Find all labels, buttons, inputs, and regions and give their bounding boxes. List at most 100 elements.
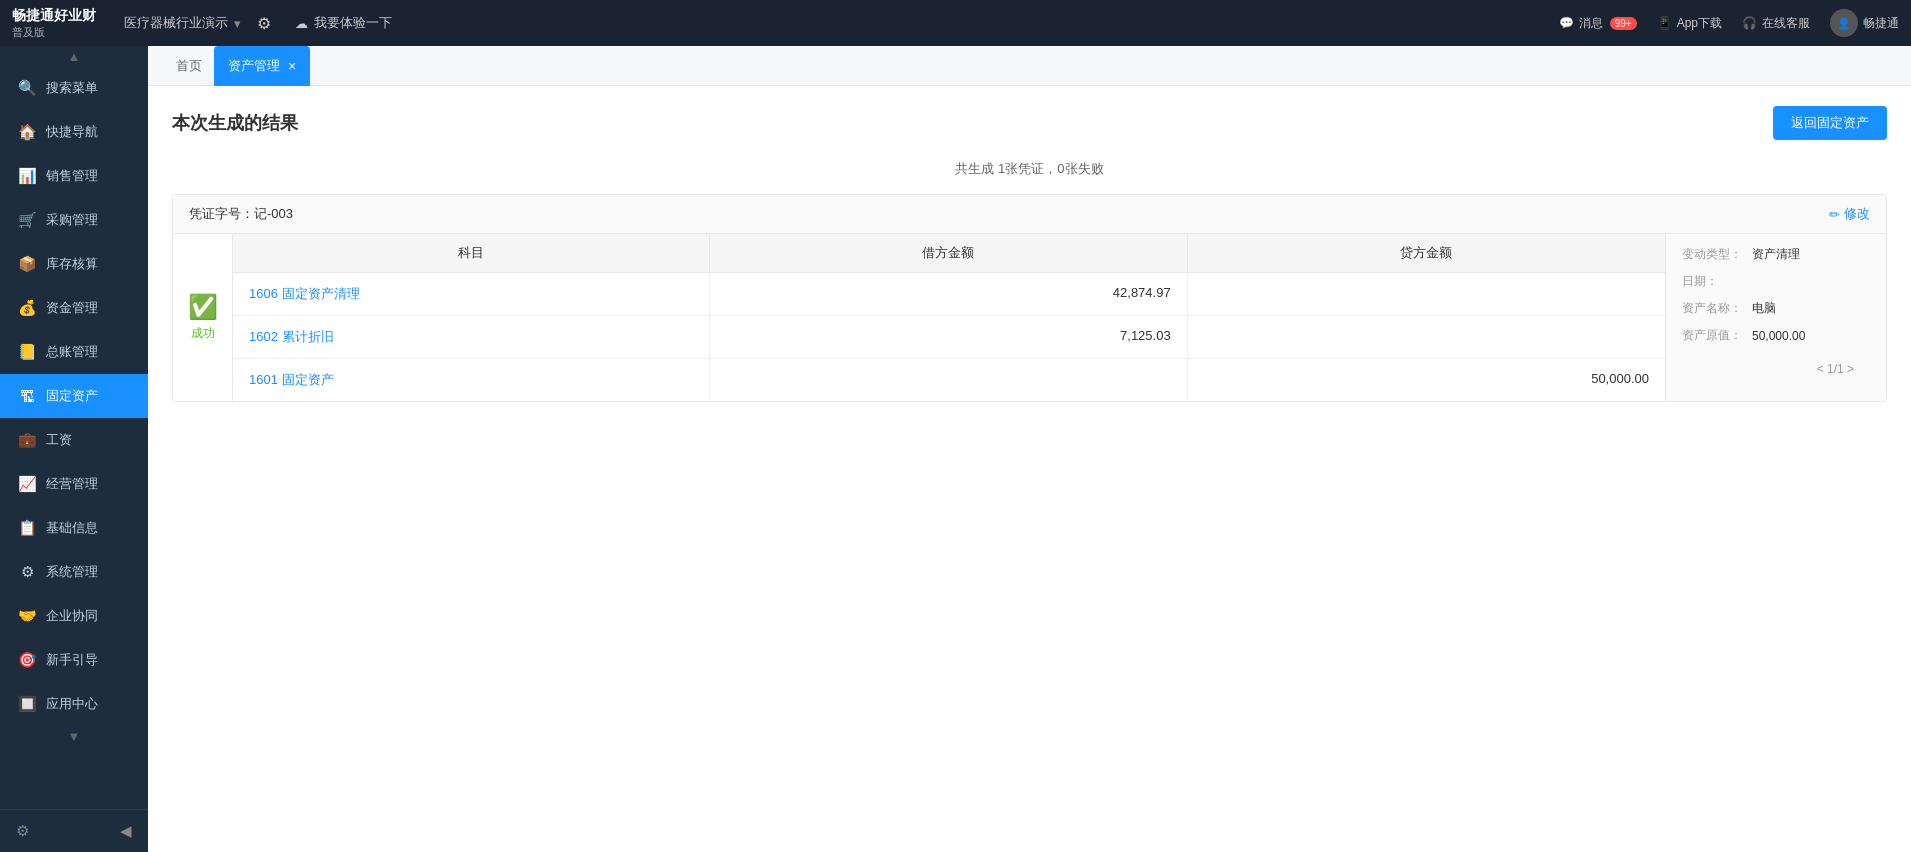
sidebar-settings-button[interactable]: ⚙ <box>16 822 29 840</box>
company-name: 医疗器械行业演示 <box>124 14 228 32</box>
system-icon: ⚙ <box>18 563 36 581</box>
date-row: 日期： <box>1682 273 1870 290</box>
message-button[interactable]: 💬 消息 99+ <box>1559 15 1637 32</box>
pagination[interactable]: < 1/1 > <box>1682 354 1870 384</box>
header-right: 💬 消息 99+ 📱 App下载 🎧 在线客服 👤 畅捷通 <box>1559 9 1899 37</box>
sidebar-scroll-up[interactable]: ▲ <box>0 46 148 66</box>
table-row: 1601 固定资产 50,000.00 <box>233 359 1665 401</box>
voucher-body: ✅ 成功 科目 借方金额 贷方金额 <box>173 234 1886 401</box>
sidebar-item-operations[interactable]: 📈 经营管理 <box>0 462 148 506</box>
page-title-row: 本次生成的结果 返回固定资产 <box>172 106 1887 140</box>
sidebar-item-app-center[interactable]: 🔲 应用中心 <box>0 682 148 726</box>
sidebar: ▲ 🔍 搜索菜单 🏠 快捷导航 📊 销售管理 🛒 采购管理 📦 库存核算 💰 资… <box>0 46 148 852</box>
page-title: 本次生成的结果 <box>172 111 298 135</box>
voucher-table: 科目 借方金额 贷方金额 1606 固定资产清理 42,874.97 16 <box>233 234 1666 401</box>
table-row: 1606 固定资产清理 42,874.97 <box>233 273 1665 316</box>
change-type-value: 资产清理 <box>1752 246 1800 263</box>
col-subject: 科目 <box>233 234 710 272</box>
search-icon: 🔍 <box>18 79 36 97</box>
voucher-card: 凭证字号：记-003 ✏ 修改 ✅ 成功 <box>172 194 1887 402</box>
service-icon: 🎧 <box>1742 16 1757 30</box>
sidebar-bottom: ⚙ ◀ <box>0 809 148 852</box>
sidebar-item-purchase[interactable]: 🛒 采购管理 <box>0 198 148 242</box>
payroll-icon: 💼 <box>18 431 36 449</box>
tab-bar: 首页 资产管理 × <box>148 46 1911 86</box>
sidebar-item-sales[interactable]: 📊 销售管理 <box>0 154 148 198</box>
app-center-icon: 🔲 <box>18 695 36 713</box>
guide-icon: 🎯 <box>18 651 36 669</box>
edit-icon: ✏ <box>1829 207 1840 222</box>
success-area: ✅ 成功 <box>188 273 218 362</box>
return-button[interactable]: 返回固定资产 <box>1773 106 1887 140</box>
row3-subject[interactable]: 1601 固定资产 <box>233 359 710 401</box>
result-summary: 共生成 1张凭证，0张失败 <box>172 160 1887 178</box>
app-download-button[interactable]: 📱 App下载 <box>1657 15 1722 32</box>
row1-debit: 42,874.97 <box>710 273 1187 315</box>
asset-name-row: 资产名称： 电脑 <box>1682 300 1870 317</box>
avatar-icon: 👤 <box>1837 17 1851 30</box>
sidebar-item-basics[interactable]: 📋 基础信息 <box>0 506 148 550</box>
sidebar-item-inventory[interactable]: 📦 库存核算 <box>0 242 148 286</box>
company-selector[interactable]: 医疗器械行业演示 ▾ <box>124 14 241 32</box>
row2-debit: 7,125.03 <box>710 316 1187 358</box>
tab-home[interactable]: 首页 <box>164 46 214 86</box>
col-credit: 贷方金额 <box>1188 234 1665 272</box>
trial-button[interactable]: ☁ 我要体验一下 <box>295 14 392 32</box>
tab-close-button[interactable]: × <box>288 59 296 73</box>
ledger-icon: 📒 <box>18 343 36 361</box>
sidebar-scroll-down[interactable]: ▼ <box>0 726 148 746</box>
sidebar-item-enterprise[interactable]: 🤝 企业协同 <box>0 594 148 638</box>
row1-subject[interactable]: 1606 固定资产清理 <box>233 273 710 315</box>
success-label: 成功 <box>191 325 215 342</box>
inventory-icon: 📦 <box>18 255 36 273</box>
row2-credit <box>1188 316 1665 358</box>
voucher-header: 凭证字号：记-003 ✏ 修改 <box>173 195 1886 234</box>
asset-value-label: 资产原值： <box>1682 327 1752 344</box>
row2-subject[interactable]: 1602 累计折旧 <box>233 316 710 358</box>
purchase-icon: 🛒 <box>18 211 36 229</box>
sidebar-item-fixed-assets[interactable]: 🏗 固定资产 <box>0 374 148 418</box>
side-info-panel: 变动类型： 资产清理 日期： 资产名称： 电脑 资产原值： <box>1666 234 1886 401</box>
sidebar-item-payroll[interactable]: 💼 工资 <box>0 418 148 462</box>
user-menu[interactable]: 👤 畅捷通 <box>1830 9 1899 37</box>
page-content: 本次生成的结果 返回固定资产 共生成 1张凭证，0张失败 凭证字号：记-003 … <box>148 86 1911 852</box>
voucher-number: 凭证字号：记-003 <box>189 205 293 223</box>
col-debit: 借方金额 <box>710 234 1187 272</box>
asset-name-value: 电脑 <box>1752 300 1776 317</box>
logo: 畅捷通好业财 普及版 <box>12 7 96 40</box>
basics-icon: 📋 <box>18 519 36 537</box>
success-check-icon: ✅ <box>188 293 218 321</box>
content-area: 首页 资产管理 × 本次生成的结果 返回固定资产 共生成 1张凭证，0张失败 凭… <box>148 46 1911 852</box>
header-left: 畅捷通好业财 普及版 医疗器械行业演示 ▾ ⚙ ☁ 我要体验一下 <box>12 7 392 40</box>
sidebar-item-search[interactable]: 🔍 搜索菜单 <box>0 66 148 110</box>
enterprise-icon: 🤝 <box>18 607 36 625</box>
sidebar-item-guide[interactable]: 🎯 新手引导 <box>0 638 148 682</box>
asset-name-label: 资产名称： <box>1682 300 1752 317</box>
voucher-status-col: ✅ 成功 <box>173 234 233 401</box>
sidebar-collapse-button[interactable]: ◀ <box>120 822 132 840</box>
finance-icon: 💰 <box>18 299 36 317</box>
edit-button[interactable]: ✏ 修改 <box>1829 205 1870 223</box>
row3-credit: 50,000.00 <box>1188 359 1665 401</box>
date-label: 日期： <box>1682 273 1752 290</box>
asset-value-value: 50,000.00 <box>1752 329 1805 343</box>
sales-icon: 📊 <box>18 167 36 185</box>
company-dropdown-icon: ▾ <box>234 16 241 31</box>
sidebar-item-finance[interactable]: 💰 资金管理 <box>0 286 148 330</box>
top-header: 畅捷通好业财 普及版 医疗器械行业演示 ▾ ⚙ ☁ 我要体验一下 💬 消息 99… <box>0 0 1911 46</box>
sidebar-item-system[interactable]: ⚙ 系统管理 <box>0 550 148 594</box>
tab-asset-management[interactable]: 资产管理 × <box>214 46 310 86</box>
avatar: 👤 <box>1830 9 1858 37</box>
change-type-label: 变动类型： <box>1682 246 1752 263</box>
fixed-assets-icon: 🏗 <box>18 388 36 405</box>
settings-icon[interactable]: ⚙ <box>257 14 271 33</box>
row1-credit <box>1188 273 1665 315</box>
sidebar-item-quick-nav[interactable]: 🏠 快捷导航 <box>0 110 148 154</box>
message-icon: 💬 <box>1559 16 1574 30</box>
home-icon: 🏠 <box>18 123 36 141</box>
customer-service-button[interactable]: 🎧 在线客服 <box>1742 15 1810 32</box>
table-row: 1602 累计折旧 7,125.03 <box>233 316 1665 359</box>
message-badge: 99+ <box>1610 17 1637 30</box>
sidebar-item-ledger[interactable]: 📒 总账管理 <box>0 330 148 374</box>
row3-debit <box>710 359 1187 401</box>
